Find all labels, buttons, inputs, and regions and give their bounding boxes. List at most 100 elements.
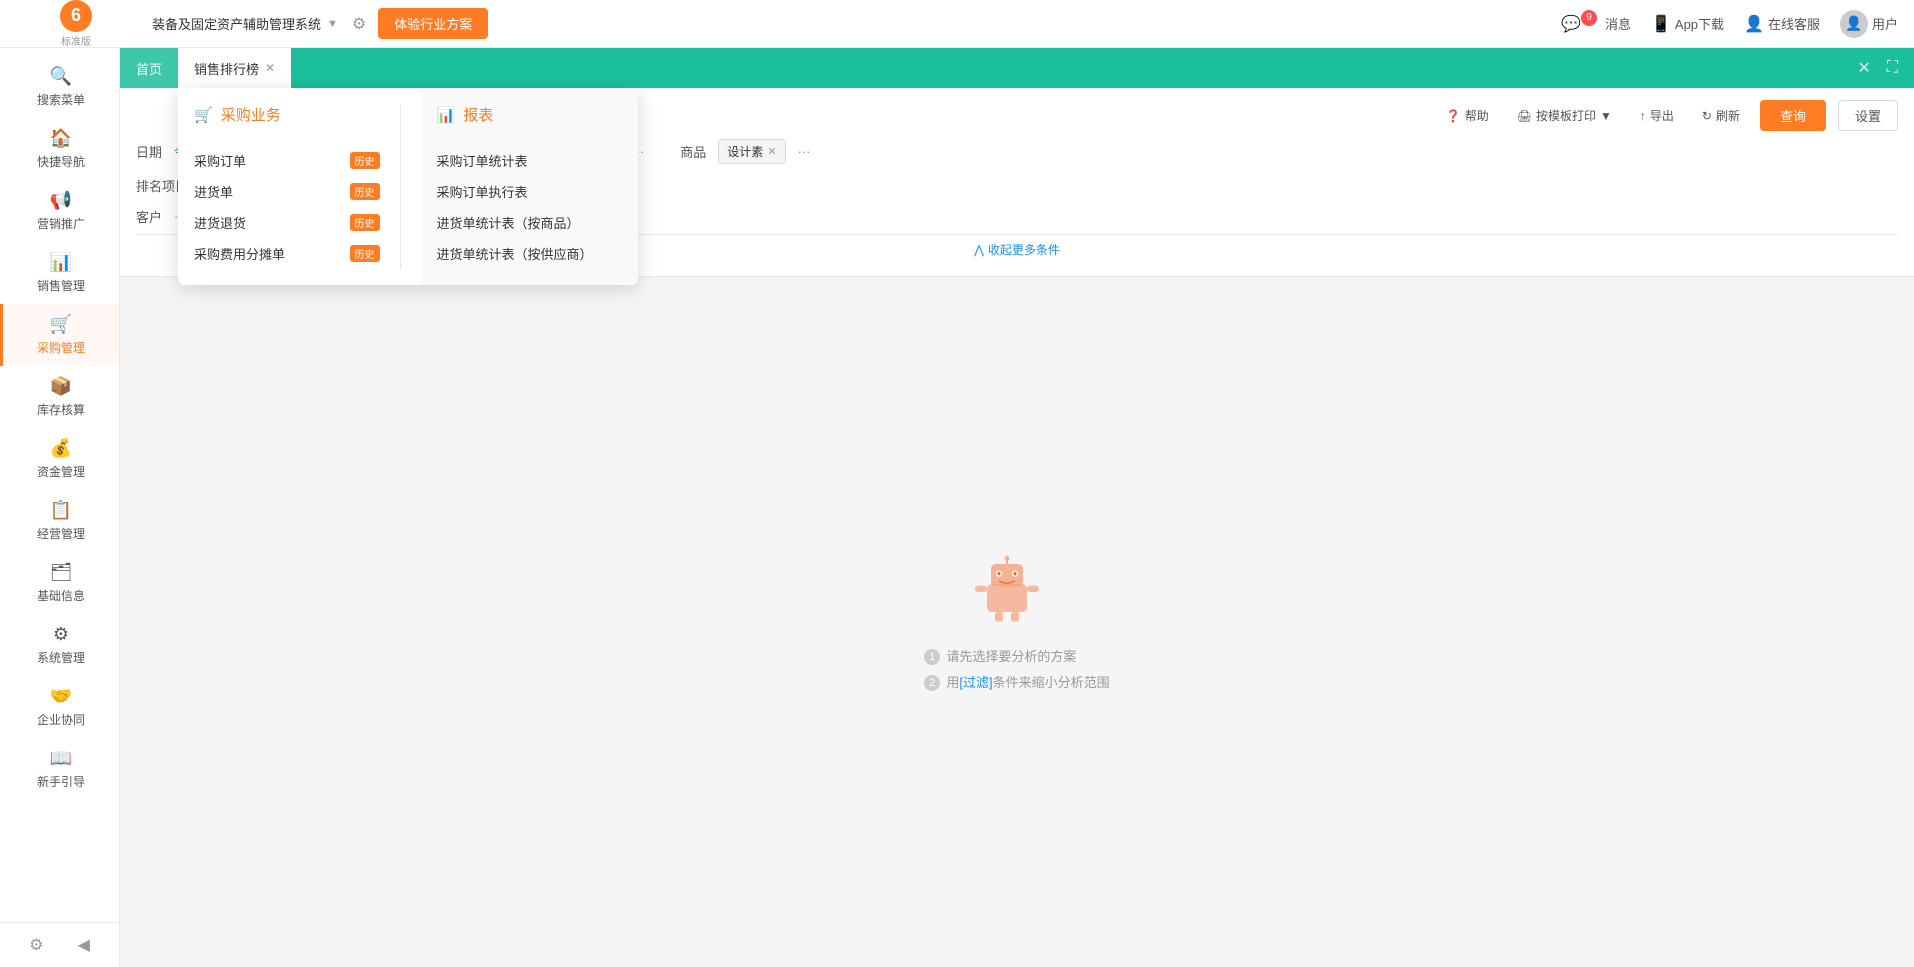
dropdown-item-label: 进货单统计表（按商品） bbox=[437, 213, 580, 232]
sidebar-item-quick[interactable]: 🏠 快捷导航 bbox=[0, 118, 119, 180]
history-badge: 历史 bbox=[350, 152, 380, 169]
coop-icon: 🤝 bbox=[50, 686, 72, 707]
home-icon: 🏠 bbox=[50, 128, 72, 149]
tab-sales-rank[interactable]: 销售排行榜 ✕ 🛒 采购业务 采购订单 历史 bbox=[178, 48, 291, 88]
sidebar-item-label: 营销推广 bbox=[37, 215, 85, 232]
sidebar-item-guide[interactable]: 📖 新手引导 bbox=[0, 738, 119, 800]
query-button[interactable]: 查询 bbox=[1760, 100, 1826, 131]
dropdown-item-report-4[interactable]: 进货单统计表（按供应商） bbox=[437, 238, 623, 269]
search-icon: 🔍 bbox=[50, 66, 72, 87]
inventory-icon: 📦 bbox=[50, 376, 72, 397]
tip-num-2: 2 bbox=[924, 675, 940, 691]
dropdown-item-report-3[interactable]: 进货单统计表（按商品） bbox=[437, 207, 623, 238]
app-download-label: App下载 bbox=[1675, 14, 1724, 33]
collapse-sidebar-icon[interactable]: ◀ bbox=[78, 935, 90, 955]
sidebar-item-inventory[interactable]: 📦 库存核算 bbox=[0, 366, 119, 428]
empty-icon-wrapper bbox=[967, 548, 1067, 628]
finance-icon: 💰 bbox=[50, 438, 72, 459]
guide-icon: 📖 bbox=[50, 748, 72, 769]
help-btn[interactable]: ❓ 帮助 bbox=[1438, 103, 1497, 128]
sidebar-item-label: 基础信息 bbox=[37, 587, 85, 604]
sidebar-item-sales[interactable]: 📊 销售管理 bbox=[0, 242, 119, 304]
sidebar: 🔍 搜索菜单 🏠 快捷导航 📢 营销推广 📊 销售管理 🛒 采购管理 📦 库存核… bbox=[0, 48, 120, 967]
tip1-text: 请先选择要分析的方案 bbox=[946, 644, 1076, 670]
empty-state: 1 请先选择要分析的方案 2 用[过滤]条件来缩小分析范围 bbox=[924, 548, 1109, 696]
purchase-col-icon: 🛒 bbox=[194, 106, 213, 124]
print-label: 按模板打印 bbox=[1536, 107, 1596, 124]
online-service-item[interactable]: 👤 在线客服 bbox=[1744, 14, 1820, 34]
dropdown-item-purchase-expense[interactable]: 采购费用分摊单 历史 bbox=[194, 238, 380, 269]
sidebar-item-label: 采购管理 bbox=[37, 339, 85, 356]
settings-button[interactable]: 设置 bbox=[1838, 100, 1898, 131]
sidebar-item-label: 系统管理 bbox=[37, 649, 85, 666]
reports-col-title: 📊 报表 bbox=[437, 104, 623, 133]
title-dropdown-icon[interactable]: ▼ bbox=[327, 18, 338, 30]
sidebar-item-search[interactable]: 🔍 搜索菜单 bbox=[0, 56, 119, 118]
sidebar-item-finance[interactable]: 💰 资金管理 bbox=[0, 428, 119, 490]
history-badge: 历史 bbox=[350, 214, 380, 231]
header-right: 💬 9 消息 📱 App下载 👤 在线客服 👤 用户 bbox=[1561, 10, 1898, 38]
collapse-icon: ⋀ bbox=[974, 243, 984, 257]
message-icon: 💬 bbox=[1561, 14, 1581, 34]
bottom-settings-icon[interactable]: ⚙ bbox=[29, 935, 43, 955]
operations-icon: 📋 bbox=[50, 500, 72, 521]
tip-num-1: 1 bbox=[924, 649, 940, 665]
user-item[interactable]: 👤 用户 bbox=[1840, 10, 1898, 38]
purchase-col-title-text: 采购业务 bbox=[221, 104, 281, 125]
empty-robot-icon bbox=[967, 548, 1047, 628]
sidebar-item-basic[interactable]: 🗂 基础信息 bbox=[0, 552, 119, 614]
sidebar-item-purchase[interactable]: 🛒 采购管理 bbox=[0, 304, 119, 366]
export-label: 导出 bbox=[1650, 107, 1674, 124]
export-btn[interactable]: ↑ 导出 bbox=[1632, 103, 1682, 128]
phone-icon: 📱 bbox=[1651, 14, 1671, 34]
sidebar-item-label: 快捷导航 bbox=[37, 153, 85, 170]
sidebar-item-operations[interactable]: 📋 经营管理 bbox=[0, 490, 119, 552]
date-label: 日期 bbox=[136, 142, 162, 161]
settings-gear-icon[interactable]: ⚙ bbox=[352, 14, 366, 34]
dropdown-item-purchase-order[interactable]: 采购订单 历史 bbox=[194, 145, 380, 176]
tab-home-label: 首页 bbox=[136, 59, 162, 78]
close-tab-icon[interactable]: ✕ bbox=[265, 61, 275, 75]
close-tab-btn[interactable]: ✕ bbox=[1857, 58, 1878, 78]
dropdown-item-report-2[interactable]: 采购订单执行表 bbox=[437, 176, 623, 207]
goods-tag-remove-icon[interactable]: ✕ bbox=[767, 145, 776, 158]
purchase-icon: 🛒 bbox=[50, 314, 72, 335]
goods-dots[interactable]: ··· bbox=[798, 144, 811, 159]
history-badge: 历史 bbox=[350, 245, 380, 262]
dropdown-item-label: 进货单统计表（按供应商） bbox=[437, 244, 593, 263]
purchase-dropdown-col: 🛒 采购业务 采购订单 历史 进货单 历史 进货退货 bbox=[194, 104, 380, 269]
print-btn[interactable]: 🖨 按模板打印 ▼ bbox=[1509, 103, 1620, 128]
export-icon: ↑ bbox=[1640, 109, 1646, 123]
tab-home[interactable]: 首页 bbox=[120, 48, 178, 88]
print-dropdown-icon: ▼ bbox=[1600, 109, 1612, 123]
sidebar-item-coop[interactable]: 🤝 企业协同 bbox=[0, 676, 119, 738]
messages-badge: 9 bbox=[1581, 10, 1597, 26]
print-icon: 🖨 bbox=[1517, 109, 1532, 123]
sidebar-item-label: 经营管理 bbox=[37, 525, 85, 542]
logo-icon: 6 bbox=[60, 0, 92, 32]
user-label: 用户 bbox=[1872, 14, 1898, 33]
collapse-label: 收起更多条件 bbox=[988, 241, 1060, 258]
trial-button[interactable]: 体验行业方案 bbox=[378, 8, 488, 39]
refresh-btn[interactable]: ↻ 刷新 bbox=[1694, 103, 1748, 128]
expand-tab-btn[interactable]: ⛶ bbox=[1887, 59, 1906, 77]
app-download-item[interactable]: 📱 App下载 bbox=[1651, 14, 1724, 34]
marketing-icon: 📢 bbox=[50, 190, 72, 211]
online-service-label: 在线客服 bbox=[1768, 14, 1820, 33]
basic-icon: 🗂 bbox=[50, 562, 73, 583]
messages-item[interactable]: 💬 9 消息 bbox=[1561, 14, 1631, 34]
dropdown-item-purchase-return[interactable]: 进货退货 历史 bbox=[194, 207, 380, 238]
dropdown-item-report-1[interactable]: 采购订单统计表 bbox=[437, 145, 623, 176]
sidebar-item-marketing[interactable]: 📢 营销推广 bbox=[0, 180, 119, 242]
dropdown-item-purchase-in[interactable]: 进货单 历史 bbox=[194, 176, 380, 207]
sidebar-item-system[interactable]: ⚙ 系统管理 bbox=[0, 614, 119, 676]
help-icon: ❓ bbox=[1446, 109, 1461, 123]
toolbar-right: ❓ 帮助 🖨 按模板打印 ▼ ↑ 导出 ↻ 刷新 bbox=[1438, 100, 1898, 131]
sidebar-item-label: 销售管理 bbox=[37, 277, 85, 294]
reports-col-title-text: 报表 bbox=[463, 104, 493, 125]
sidebar-bottom: ⚙ ◀ bbox=[0, 922, 119, 967]
customer-label: 客户 bbox=[136, 207, 162, 226]
dropdown-item-label: 采购费用分摊单 bbox=[194, 244, 285, 263]
service-icon: 👤 bbox=[1744, 14, 1764, 34]
empty-tips: 1 请先选择要分析的方案 2 用[过滤]条件来缩小分析范围 bbox=[924, 644, 1109, 696]
